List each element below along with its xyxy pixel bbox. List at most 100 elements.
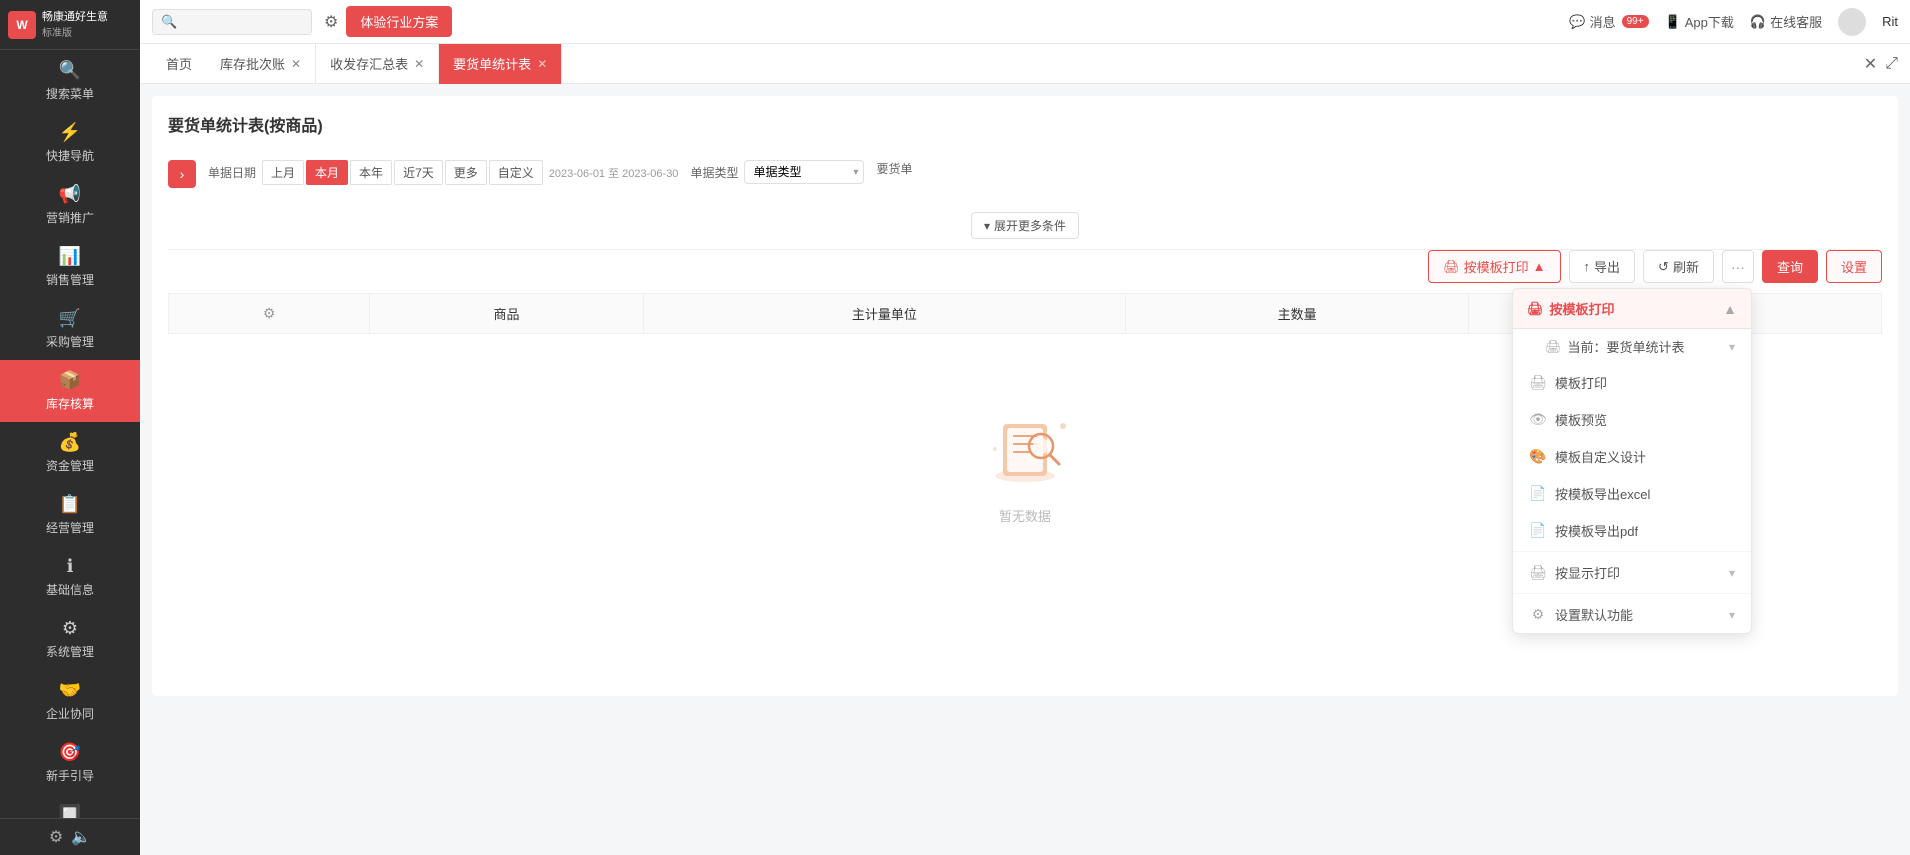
template-preview-icon: 👁	[1529, 411, 1547, 428]
order-type-select[interactable]: 单据类型	[744, 160, 864, 184]
expand-icon: ›	[180, 166, 185, 182]
refresh-label: 刷新	[1673, 257, 1699, 276]
print-template-button[interactable]: 🖨 按模板打印 ▲	[1428, 250, 1560, 283]
online-service-btn[interactable]: 🎧 在线客服	[1750, 12, 1822, 31]
sales-icon: 📊	[59, 246, 81, 267]
date-range-text: 2023-06-01 至 2023-06-30	[549, 165, 679, 181]
goods-filter: 要货单	[876, 160, 912, 177]
gear-icon[interactable]: ⚙	[324, 12, 338, 32]
sidebar-item-app-center[interactable]: 🔲 应用中心	[0, 794, 140, 818]
search-input[interactable]	[181, 15, 301, 29]
sidebar-item-basic-info[interactable]: ℹ 基础信息	[0, 546, 140, 608]
order-type-filter: 单据类型 单据类型	[690, 160, 864, 184]
sidebar-item-operations[interactable]: 📋 经营管理	[0, 484, 140, 546]
current-template-arrow: ▾	[1729, 340, 1735, 354]
tab-order-stats-close[interactable]: ✕	[537, 57, 547, 71]
tab-expand-icon[interactable]: ⤢	[1885, 55, 1898, 73]
sidebar-item-enterprise[interactable]: 🤝 企业协同	[0, 670, 140, 732]
app-sub: 标准版	[42, 24, 108, 39]
query-button[interactable]: 查询	[1762, 250, 1818, 283]
table-col-quantity: 主数量	[1126, 294, 1469, 334]
purchase-icon: 🛒	[59, 308, 81, 329]
dropdown-current-template[interactable]: 🖨 当前：要货单统计表 ▾	[1513, 329, 1751, 364]
print-label: 按模板打印	[1464, 257, 1529, 276]
sidebar-item-marketing[interactable]: 📢 营销推广	[0, 174, 140, 236]
trial-button[interactable]: 体验行业方案	[346, 6, 452, 37]
sidebar-item-label-purchase: 采购管理	[46, 333, 94, 350]
tab-receive-summary-close[interactable]: ✕	[414, 57, 424, 71]
filter-expand-button[interactable]: ›	[168, 160, 196, 188]
sidebar-item-quick-nav[interactable]: ⚡ 快捷导航	[0, 112, 140, 174]
tab-receive-summary-label: 收发存汇总表	[330, 54, 408, 73]
logo-icon: W	[8, 11, 36, 39]
sidebar: W 畅康通好生意 标准版 🔍 搜索菜单 ⚡ 快捷导航 📢 营销推广 📊 销售管理…	[0, 0, 140, 855]
dropdown-header: 🖨 按模板打印 ▲	[1513, 289, 1751, 329]
date-btn-custom[interactable]: 自定义	[489, 160, 543, 185]
tab-order-stats[interactable]: 要货单统计表 ✕	[439, 44, 562, 84]
empty-state-text: 暂无数据	[999, 506, 1051, 525]
template-print-icon: 🖨	[1529, 374, 1547, 391]
set-default-arrow: ▾	[1729, 608, 1735, 622]
more-options-button[interactable]: ···	[1722, 250, 1754, 283]
tab-home[interactable]: 首页	[152, 44, 206, 84]
topbar: 🔍 ⚙ 体验行业方案 💬 消息 99+ 📱 App下载 🎧 在线客服 Rit	[140, 0, 1910, 44]
sidebar-item-label-sales: 销售管理	[46, 271, 94, 288]
refresh-button[interactable]: ↺ 刷新	[1643, 250, 1714, 283]
avatar[interactable]	[1838, 8, 1866, 36]
action-bar: 🖨 按模板打印 ▲ 🖨 当前：要货单统计表 ▾	[168, 250, 1882, 283]
dropdown-template-design[interactable]: 🎨 模板自定义设计	[1513, 438, 1751, 475]
search-box[interactable]: 🔍	[152, 9, 312, 35]
sidebar-item-system[interactable]: ⚙ 系统管理	[0, 608, 140, 670]
template-design-label: 模板自定义设计	[1555, 447, 1646, 466]
sound-icon[interactable]: 🔈	[71, 827, 91, 847]
date-btn-current-year[interactable]: 本年	[350, 160, 392, 185]
expand-more-label: 展开更多条件	[994, 217, 1066, 234]
sidebar-item-inventory[interactable]: 📦 库存核算	[0, 360, 140, 422]
dropdown-export-excel[interactable]: 📄 按模板导出excel	[1513, 475, 1751, 512]
settings-bottom-icon[interactable]: ⚙	[49, 827, 63, 847]
tab-receive-summary[interactable]: 收发存汇总表 ✕	[316, 44, 439, 84]
date-btn-more[interactable]: 更多	[445, 160, 487, 185]
dropdown-display-print[interactable]: 🖨 按显示打印 ▾	[1513, 554, 1751, 591]
search-icon: 🔍	[161, 14, 177, 30]
settings-button[interactable]: 设置	[1826, 250, 1882, 283]
sidebar-item-guide[interactable]: 🎯 新手引导	[0, 732, 140, 794]
message-badge: 99+	[1622, 15, 1649, 28]
dropdown-set-default[interactable]: ⚙ 设置默认功能 ▾	[1513, 596, 1751, 633]
dropdown-template-preview[interactable]: 👁 模板预览	[1513, 401, 1751, 438]
tab-close-window-icon[interactable]: ✕	[1864, 54, 1877, 74]
dropdown-template-print[interactable]: 🖨 模板打印	[1513, 364, 1751, 401]
message-label: 消息	[1590, 12, 1616, 31]
date-btn-last-month[interactable]: 上月	[262, 160, 304, 185]
set-default-icon: ⚙	[1529, 606, 1547, 623]
sidebar-item-sales[interactable]: 📊 销售管理	[0, 236, 140, 298]
topbar-right: 💬 消息 99+ 📱 App下载 🎧 在线客服 Rit	[1569, 8, 1898, 36]
dropdown-export-pdf[interactable]: 📄 按模板导出pdf	[1513, 512, 1751, 549]
date-btn-current-month[interactable]: 本月	[306, 160, 348, 185]
sidebar-bottom: ⚙ 🔈	[0, 818, 140, 855]
table-col-gear[interactable]: ⚙	[169, 294, 370, 334]
date-filter-label: 单据日期	[208, 164, 256, 181]
print-icon: 🖨	[1443, 259, 1460, 275]
sidebar-item-purchase[interactable]: 🛒 采购管理	[0, 298, 140, 360]
sidebar-item-search-menu[interactable]: 🔍 搜索菜单	[0, 50, 140, 112]
template-print-label: 模板打印	[1555, 373, 1607, 392]
app-download-btn[interactable]: 📱 App下载	[1665, 12, 1734, 31]
sidebar-item-finance[interactable]: 💰 资金管理	[0, 422, 140, 484]
expand-more-button[interactable]: ▾ 展开更多条件	[971, 212, 1079, 239]
date-buttons: 上月 本月 本年 近7天 更多 自定义	[262, 160, 543, 185]
export-pdf-icon: 📄	[1529, 522, 1547, 539]
tab-inventory-batch-close[interactable]: ✕	[291, 57, 301, 71]
display-print-arrow: ▾	[1729, 566, 1735, 580]
message-btn[interactable]: 💬 消息 99+	[1569, 12, 1648, 31]
system-icon: ⚙	[62, 618, 78, 639]
sidebar-item-label-marketing: 营销推广	[46, 209, 94, 226]
date-btn-last-7-days[interactable]: 近7天	[394, 160, 443, 185]
table-gear-icon[interactable]: ⚙	[263, 305, 276, 321]
tab-inventory-batch[interactable]: 库存批次账 ✕	[206, 44, 316, 84]
export-excel-icon: 📄	[1529, 485, 1547, 502]
table-col-unit: 主计量单位	[643, 294, 1125, 334]
chevron-up-icon[interactable]: ▲	[1723, 301, 1737, 317]
online-service-label: 在线客服	[1770, 12, 1822, 31]
export-button[interactable]: ↑ 导出	[1569, 250, 1636, 283]
